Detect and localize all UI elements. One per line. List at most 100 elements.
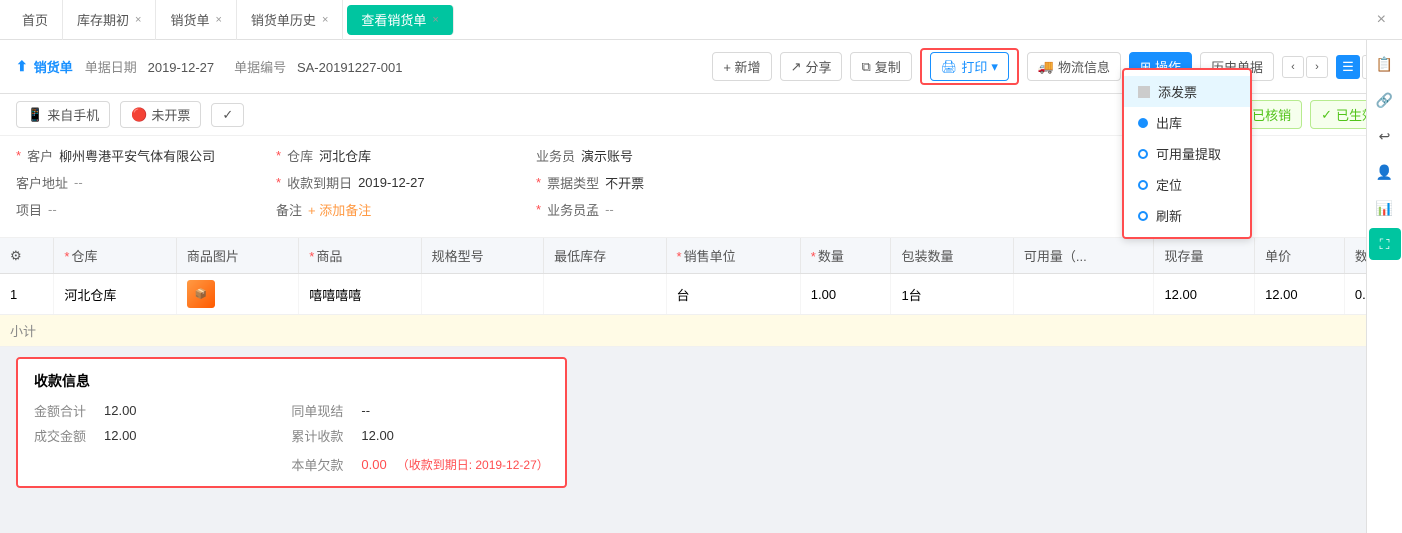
col-settings[interactable]: ⚙ <box>0 238 54 274</box>
tab-sales-order[interactable]: 销货单 × <box>156 0 236 40</box>
share-icon: ↗ <box>791 59 802 75</box>
col-spec: 规格型号 <box>421 238 543 274</box>
sidebar-expand-icon[interactable]: ⛶ <box>1369 228 1401 260</box>
row-current-stock: 12.00 <box>1154 274 1255 315</box>
row-pack-qty: 1台 <box>891 274 1013 315</box>
next-button[interactable]: › <box>1306 56 1328 78</box>
subtotal-label: 小计 <box>0 315 1402 347</box>
sidebar-user-icon[interactable]: 👤 <box>1369 156 1401 188</box>
products-table: ⚙ *仓库 商品图片 *商品 规格型号 最低库存 *销售单位 *数量 包装数量 … <box>0 238 1402 347</box>
sidebar-return-icon[interactable]: ↩ <box>1369 120 1401 152</box>
copy-icon: ⧉ <box>861 59 870 75</box>
tab-close-check[interactable]: × <box>432 14 438 26</box>
tab-close-history[interactable]: × <box>322 14 328 26</box>
tab-close-sales[interactable]: × <box>215 14 221 26</box>
table-wrap: ⚙ *仓库 商品图片 *商品 规格型号 最低库存 *销售单位 *数量 包装数量 … <box>0 238 1402 347</box>
col-image: 商品图片 <box>176 238 298 274</box>
doc-type-icon: ⬆ <box>16 58 28 75</box>
tab-bar: 首页 库存期初 × 销货单 × 销货单历史 × 查看销货单 × × <box>0 0 1402 40</box>
total-row: 金额合计 12.00 <box>34 401 291 420</box>
tab-check-sales[interactable]: 查看销货单 × <box>347 5 453 35</box>
add-remark-button[interactable]: + 添加备注 <box>308 200 371 219</box>
view-list-button[interactable]: ☰ <box>1336 55 1360 79</box>
from-mobile-button[interactable]: 📱 来自手机 <box>16 101 110 128</box>
dropdown-item-invoice[interactable]: 添发票 <box>1124 76 1250 107</box>
new-button[interactable]: + 新增 <box>712 52 771 81</box>
payment-grid: 金额合计 12.00 同单现结 -- 成交金额 12.00 累计收款 12.00… <box>34 401 549 474</box>
tab-home[interactable]: 首页 <box>8 0 63 40</box>
row-image: 📦 <box>176 274 298 315</box>
logistics-button[interactable]: 🚚 物流信息 <box>1027 52 1121 81</box>
date-label: 单据日期 2019-12-27 <box>85 57 214 76</box>
mobile-icon: 📱 <box>27 107 43 123</box>
locate-icon <box>1138 180 1148 190</box>
print-icon: 🖨 <box>941 59 958 75</box>
dropdown-item-refresh[interactable]: 刷新 <box>1124 200 1250 231</box>
col-min-stock: 最低库存 <box>544 238 666 274</box>
row-qty: 1.00 <box>800 274 891 315</box>
subtotal-row: 小计 <box>0 315 1402 347</box>
col-warehouse: *仓库 <box>54 238 176 274</box>
outbound-icon <box>1138 118 1148 128</box>
payment-date-field: * 收款到期日 2019-12-27 <box>276 173 496 192</box>
sidebar-copy-icon[interactable]: 📋 <box>1369 48 1401 80</box>
dropdown-item-outbound[interactable]: 出库 <box>1124 107 1250 138</box>
logistics-icon: 🚚 <box>1038 59 1054 75</box>
share-button[interactable]: ↗ 分享 <box>780 52 843 81</box>
sidebar-chart-icon[interactable]: 📊 <box>1369 192 1401 224</box>
transaction-row: 成交金额 12.00 <box>34 426 291 445</box>
warehouse-field: * 仓库 河北仓库 <box>276 146 496 165</box>
sidebar-link-icon[interactable]: 🔗 <box>1369 84 1401 116</box>
tab-sales-history[interactable]: 销货单历史 × <box>237 0 343 40</box>
row-unit: 台 <box>666 274 800 315</box>
payment-title: 收款信息 <box>34 371 549 391</box>
cumulative-row: 累计收款 12.00 <box>291 426 548 445</box>
dropdown-item-locate[interactable]: 定位 <box>1124 169 1250 200</box>
close-all-button[interactable]: × <box>1369 11 1394 29</box>
row-unit-price: 12.00 <box>1255 274 1345 315</box>
operations-dropdown: 添发票 出库 可用量提取 定位 刷新 <box>1122 68 1252 239</box>
salesperson-field: * 业务员孟 -- <box>536 200 756 219</box>
row-product: 嘻嘻嘻嘻 <box>299 274 421 315</box>
number-label: 单据编号 SA-20191227-001 <box>234 57 402 76</box>
doc-actions: + 新增 ↗ 分享 ⧉ 复制 🖨 打印 ▾ 🚚 物流信息 ⊞ 操作 历史单据 <box>712 48 1386 85</box>
print-button[interactable]: 🖨 打印 ▾ <box>930 52 1009 81</box>
print-dropdown-icon: ▾ <box>991 59 998 75</box>
address-field: 客户地址 -- <box>16 173 236 192</box>
not-opened-button[interactable]: 🔴 未开票 <box>120 101 201 128</box>
project-field: 项目 -- <box>16 200 236 219</box>
col-unit: *销售单位 <box>666 238 800 274</box>
row-warehouse: 河北仓库 <box>54 274 176 315</box>
refresh-icon <box>1138 211 1148 221</box>
prev-button[interactable]: ‹ <box>1282 56 1304 78</box>
print-button-wrapper: 🖨 打印 ▾ <box>920 48 1019 85</box>
table-row: 1 河北仓库 📦 嘻嘻嘻嘻 台 1.00 1台 12.00 12.00 0. <box>0 274 1402 315</box>
row-num: 1 <box>0 274 54 315</box>
right-sidebar: 📋 🔗 ↩ 👤 📊 ⛶ <box>1366 40 1402 533</box>
col-pack-qty: 包装数量 <box>891 238 1013 274</box>
customer-field: * 客户 柳州粤港平安气体有限公司 <box>16 146 236 165</box>
doc-title: ⬆ 销货单 <box>16 57 73 76</box>
nav-arrows: ‹ › <box>1282 56 1328 78</box>
settings-icon: ⚙ <box>10 248 22 263</box>
tab-inventory-init[interactable]: 库存期初 × <box>63 0 156 40</box>
col-product: *商品 <box>299 238 421 274</box>
doc-type-label: 销货单 <box>34 57 73 76</box>
col-qty: *数量 <box>800 238 891 274</box>
bottom-area: 收款信息 金额合计 12.00 同单现结 -- 成交金额 12.00 累计收款 … <box>0 347 1402 498</box>
tab-close-inventory[interactable]: × <box>135 14 141 26</box>
effect-check-icon: ✓ <box>1321 107 1332 123</box>
check-button[interactable]: ✓ <box>211 103 244 127</box>
payment-info: 收款信息 金额合计 12.00 同单现结 -- 成交金额 12.00 累计收款 … <box>16 357 567 488</box>
col-available: 可用量（... <box>1013 238 1154 274</box>
settlement-row: 同单现结 -- <box>291 401 548 420</box>
check-icon: ✓ <box>222 107 233 123</box>
product-thumbnail: 📦 <box>187 280 215 308</box>
remark-field: 备注 + 添加备注 <box>276 200 496 219</box>
row-spec <box>421 274 543 315</box>
row-available <box>1013 274 1154 315</box>
dropdown-item-available[interactable]: 可用量提取 <box>1124 138 1250 169</box>
ticket-icon: 🔴 <box>131 107 147 123</box>
col-unit-price: 单价 <box>1255 238 1345 274</box>
copy-button[interactable]: ⧉ 复制 <box>850 52 911 81</box>
